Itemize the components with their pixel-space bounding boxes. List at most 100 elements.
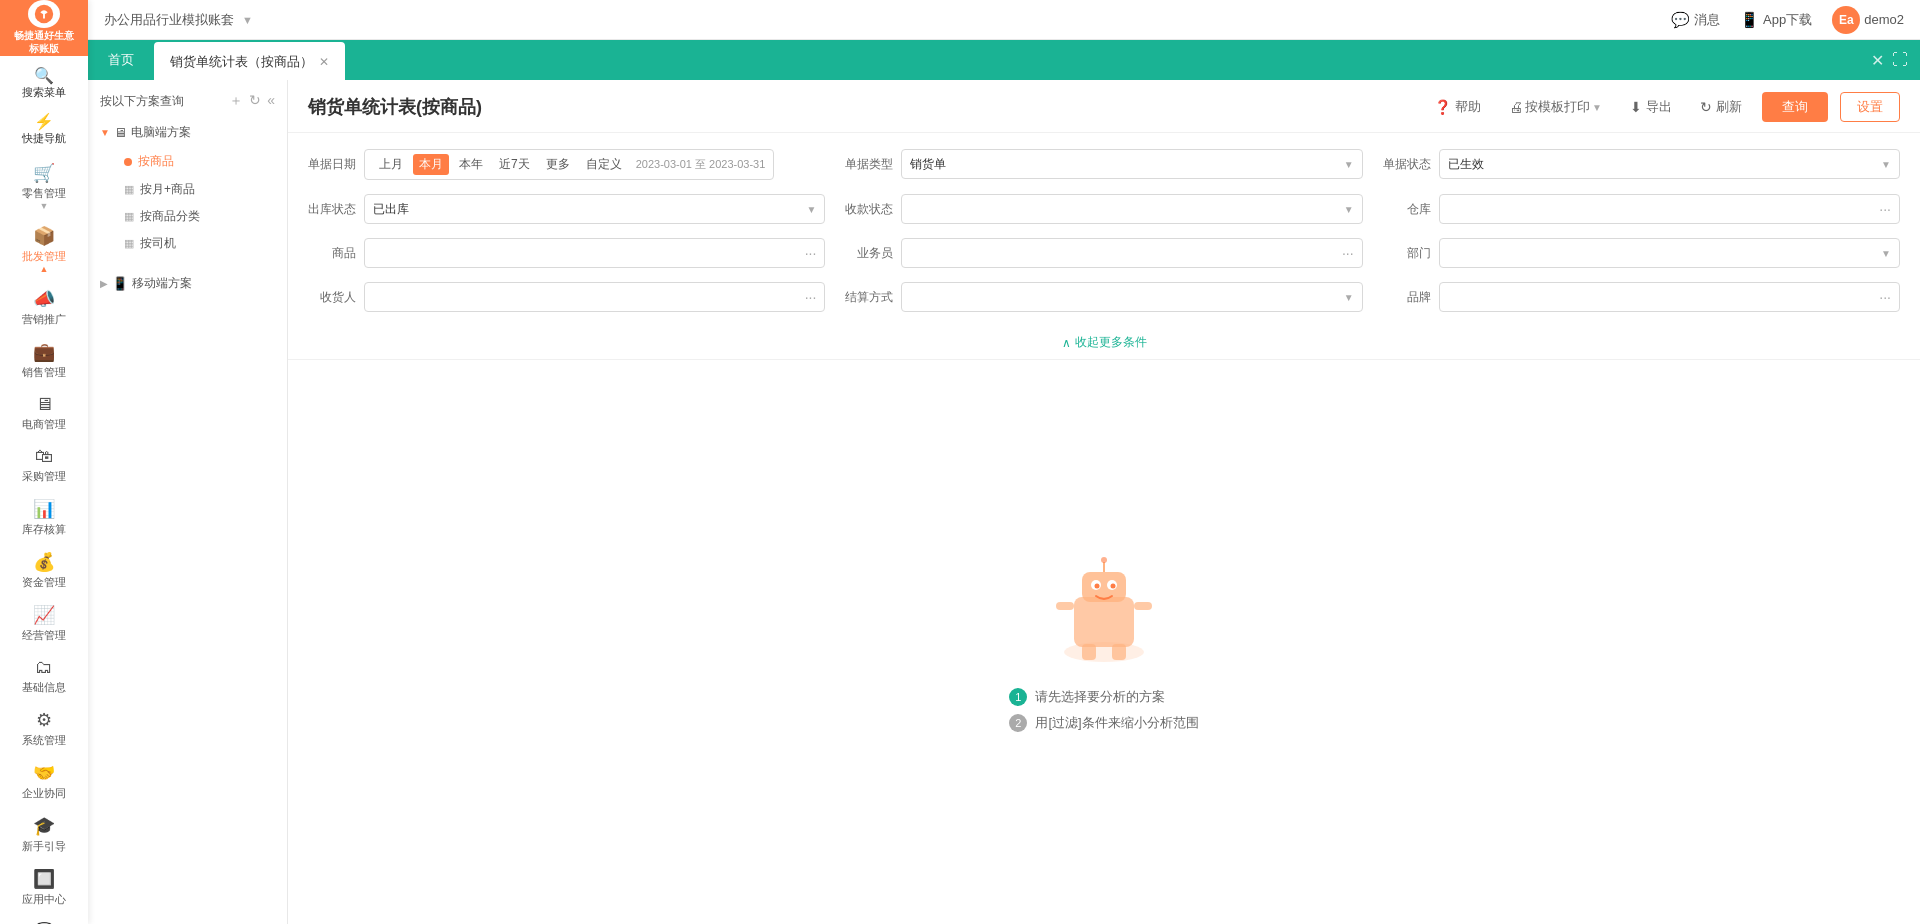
warehouse-input[interactable]: ···: [1439, 194, 1900, 224]
chevron-right-icon: ▶: [100, 278, 108, 289]
date-this-year-btn[interactable]: 本年: [453, 154, 489, 175]
receiver-dotdot-icon[interactable]: ···: [805, 289, 817, 305]
sidebar-item-guide[interactable]: 🎓 新手引导: [0, 807, 88, 860]
filter-section-desktop: ▼ 🖥 电脑端方案 按商品 ▦ 按月+商品 ▦ 按商品分类 ▦: [88, 118, 287, 265]
user-menu[interactable]: Ea demo2: [1832, 6, 1904, 34]
table-icon-1: ▦: [124, 183, 134, 196]
date-custom-btn[interactable]: 自定义: [580, 154, 628, 175]
product-dotdot-icon[interactable]: ···: [805, 245, 817, 261]
salesman-input[interactable]: ···: [901, 238, 1362, 268]
phone-icon: 📱: [1740, 11, 1759, 29]
tab-close-icon[interactable]: ✕: [319, 55, 329, 69]
add-scheme-btn[interactable]: ＋: [229, 92, 243, 110]
sidebar-item-purchase[interactable]: 🛍 采购管理: [0, 438, 88, 490]
search-menu-btn[interactable]: 🔍 搜索菜单: [0, 56, 88, 106]
print-btn[interactable]: 🖨 按模板打印 ▼: [1501, 94, 1610, 120]
filter-section-desktop-header[interactable]: ▼ 🖥 电脑端方案: [88, 118, 287, 147]
filter-section-mobile-header[interactable]: ▶ 📱 移动端方案: [88, 269, 287, 298]
help-icon: ❓: [1434, 99, 1451, 115]
receiver-input[interactable]: ···: [364, 282, 825, 312]
tab-sales-stats[interactable]: 销货单统计表（按商品） ✕: [154, 42, 345, 82]
help-btn[interactable]: ❓ 帮助: [1426, 94, 1489, 120]
sidebar-item-corp[interactable]: 🤝 企业协同: [0, 754, 88, 807]
filter-item-by-printer[interactable]: ▦ 按司机: [88, 230, 287, 257]
refresh-scheme-btn[interactable]: ↻: [249, 92, 261, 110]
filter-out-field: 出库状态 已出库 ▼: [308, 194, 825, 224]
sidebar-item-appstore[interactable]: 🔲 应用中心: [0, 860, 88, 913]
filter-item-by-product[interactable]: 按商品: [96, 147, 279, 176]
tab-close-window-icon[interactable]: ✕: [1871, 51, 1884, 70]
step2-num: 2: [1009, 714, 1027, 732]
product-input[interactable]: ···: [364, 238, 825, 268]
sidebar-item-system[interactable]: ⚙ 系统管理: [0, 701, 88, 754]
export-icon: ⬇: [1630, 99, 1642, 115]
logo-icon: [28, 0, 60, 28]
step1-num: 1: [1009, 688, 1027, 706]
type-select[interactable]: 销货单 ▼: [901, 149, 1362, 179]
date-7days-btn[interactable]: 近7天: [493, 154, 536, 175]
refresh-icon: ↻: [1700, 99, 1712, 115]
tab-home[interactable]: 首页: [88, 40, 154, 80]
app-name: 办公用品行业模拟账套: [104, 11, 234, 29]
out-label: 出库状态: [308, 201, 364, 218]
dropdown-arrow-icon[interactable]: ▼: [242, 14, 253, 26]
export-btn[interactable]: ⬇ 导出: [1622, 94, 1680, 120]
logo: 畅捷通好生意 标账版: [0, 0, 88, 56]
chevron-down-icon: ▼: [100, 127, 110, 138]
payment-label: 收款状态: [845, 201, 901, 218]
brand-label: 品牌: [1383, 289, 1439, 306]
collapse-more-btn[interactable]: ∧ 收起更多条件: [308, 326, 1900, 359]
filter-item-by-category[interactable]: ▦ 按商品分类: [88, 203, 287, 230]
brand-input[interactable]: ···: [1439, 282, 1900, 312]
appstore-icon: 🔲: [33, 868, 55, 890]
date-picker[interactable]: 上月 本月 本年 近7天 更多 自定义 2023-03-01 至 2023-03…: [364, 149, 774, 180]
status-select[interactable]: 已生效 ▼: [1439, 149, 1900, 179]
dept-select[interactable]: ▼: [1439, 238, 1900, 268]
query-btn[interactable]: 查询: [1762, 92, 1828, 122]
salesman-dotdot-icon[interactable]: ···: [1342, 245, 1354, 261]
warehouse-dotdot-icon[interactable]: ···: [1879, 201, 1891, 217]
svg-point-6: [1095, 584, 1100, 589]
brand-dotdot-icon[interactable]: ···: [1879, 289, 1891, 305]
message-btn[interactable]: 💬 消息: [1671, 11, 1720, 29]
date-range-text: 2023-03-01 至 2023-03-31: [636, 157, 766, 172]
settle-select[interactable]: ▼: [901, 282, 1362, 312]
status-label: 单据状态: [1383, 156, 1439, 173]
app-download-btn[interactable]: 📱 App下载: [1740, 11, 1812, 29]
warehouse-label: 仓库: [1383, 201, 1439, 218]
date-this-month-btn[interactable]: 本月: [413, 154, 449, 175]
collapse-sidebar-btn[interactable]: «: [267, 92, 275, 110]
main-area: 办公用品行业模拟账套 ▼ 💬 消息 📱 App下载 Ea demo2 首页 销货…: [88, 0, 1920, 924]
sidebar-item-sales[interactable]: 💼 销售管理: [0, 333, 88, 386]
sidebar-item-operation[interactable]: 📈 经营管理: [0, 596, 88, 649]
content-area: 按以下方案查询 ＋ ↻ « ▼ 🖥 电脑端方案 按商品: [88, 80, 1920, 924]
payment-select[interactable]: ▼: [901, 194, 1362, 224]
sidebar: 畅捷通好生意 标账版 🔍 搜索菜单 ⚡ 快捷导航 🛒 零售管理 ▼ 📦 批发管理…: [0, 0, 88, 924]
refresh-btn[interactable]: ↻ 刷新: [1692, 94, 1750, 120]
quick-nav-btn[interactable]: ⚡ 快捷导航: [0, 106, 88, 150]
sidebar-item-basic[interactable]: 🗂 基础信息: [0, 649, 88, 701]
sidebar-item-ecommerce[interactable]: 🖥 电商管理: [0, 386, 88, 438]
type-dropdown-icon: ▼: [1344, 159, 1354, 170]
filter-sidebar: 按以下方案查询 ＋ ↻ « ▼ 🖥 电脑端方案 按商品: [88, 80, 288, 924]
filter-item-by-month-product[interactable]: ▦ 按月+商品: [88, 176, 287, 203]
sidebar-item-inventory[interactable]: 📊 库存核算: [0, 490, 88, 543]
sidebar-item-finance[interactable]: 💰 资金管理: [0, 543, 88, 596]
settings-btn[interactable]: 设置: [1840, 92, 1900, 122]
table-icon-2: ▦: [124, 210, 134, 223]
payment-dropdown-icon: ▼: [1344, 204, 1354, 215]
sidebar-item-marketing[interactable]: 📣 营销推广: [0, 280, 88, 333]
sidebar-item-wechat[interactable]: 💬 企业微信: [0, 913, 88, 924]
svg-rect-2: [1074, 597, 1134, 647]
filter-type-field: 单据类型 销货单 ▼: [845, 149, 1362, 179]
date-last-month-btn[interactable]: 上月: [373, 154, 409, 175]
filter-product-field: 商品 ···: [308, 238, 825, 268]
out-select[interactable]: 已出库 ▼: [364, 194, 825, 224]
filter-row-4: 收货人 ··· 结算方式 ▼ 品牌: [308, 282, 1900, 312]
date-more-btn[interactable]: 更多: [540, 154, 576, 175]
tab-fullscreen-icon[interactable]: ⛶: [1892, 51, 1908, 69]
sidebar-item-retail[interactable]: 🛒 零售管理 ▼: [0, 154, 88, 217]
sidebar-item-wholesale[interactable]: 📦 批发管理 ▲: [0, 217, 88, 280]
svg-rect-8: [1056, 602, 1074, 610]
avatar: Ea: [1832, 6, 1860, 34]
